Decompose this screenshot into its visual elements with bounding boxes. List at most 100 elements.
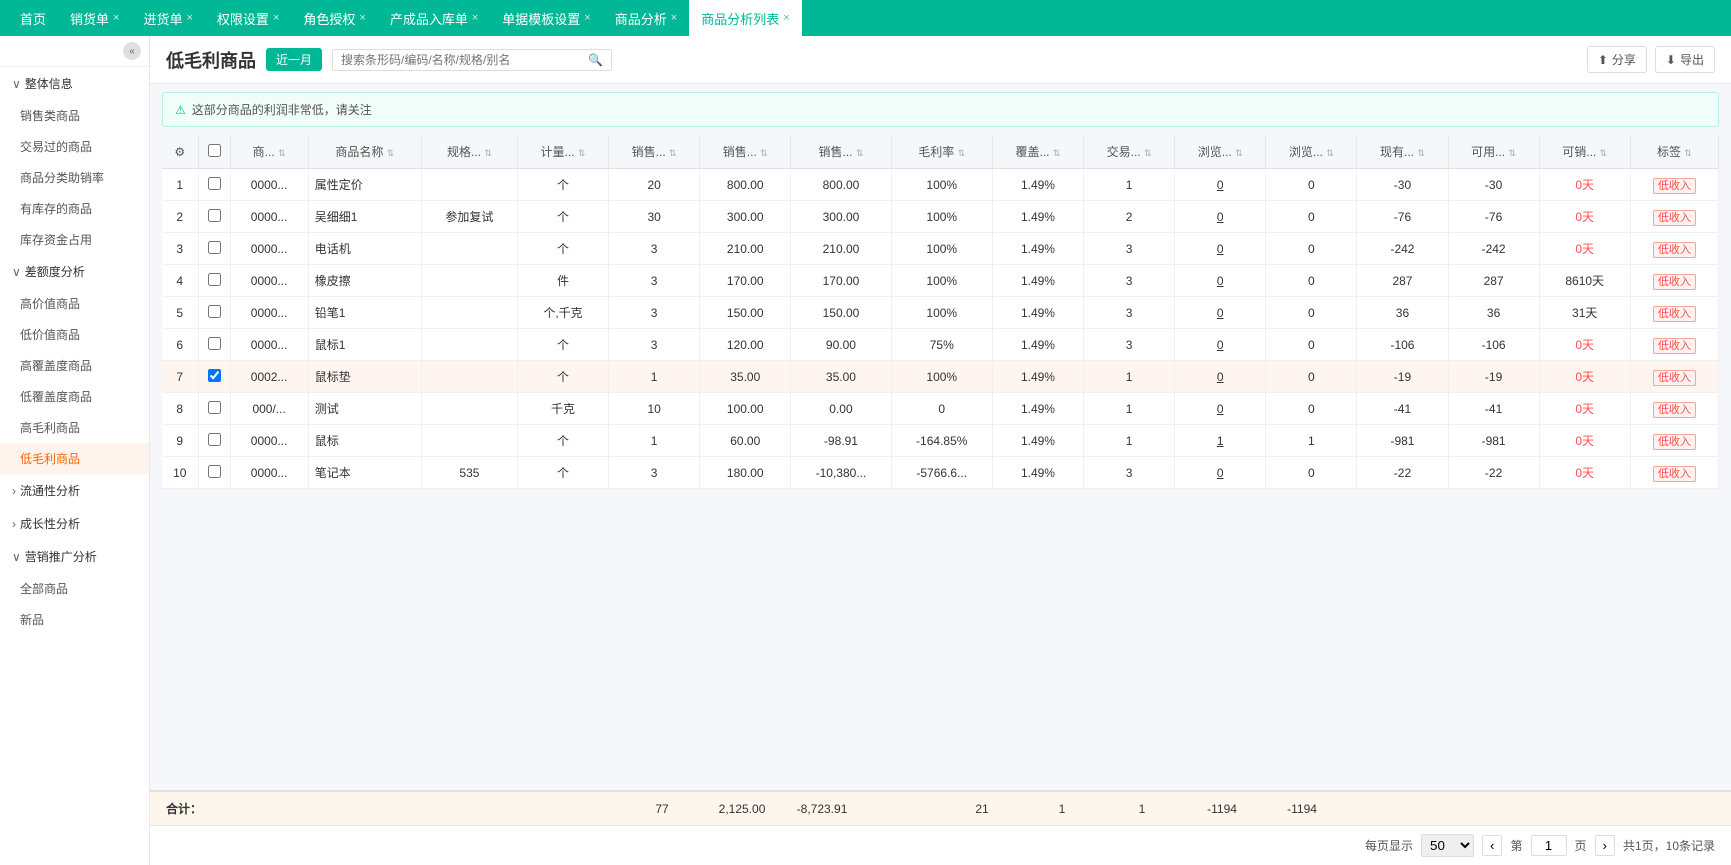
row-name-8[interactable]: 鼠标 — [308, 425, 421, 457]
nav-purchase[interactable]: 进货单× — [131, 0, 204, 36]
col-gross-margin-header[interactable]: 毛利率 ⇅ — [891, 135, 992, 169]
col-view2-header[interactable]: 浏览... ⇅ — [1266, 135, 1357, 169]
close-product-entry-tab[interactable]: × — [472, 12, 478, 24]
row-view1-3[interactable]: 0 — [1175, 265, 1266, 297]
sidebar-item-new-goods[interactable]: 新品 — [0, 604, 149, 635]
sidebar-item-low-value[interactable]: 低价值商品 — [0, 319, 149, 350]
nav-product-analysis[interactable]: 商品分析× — [603, 0, 689, 36]
row-saleable-4: 31天 — [1539, 297, 1630, 329]
row-name-1[interactable]: 吴细细1 — [308, 201, 421, 233]
search-input[interactable] — [341, 53, 584, 67]
close-sales-tab[interactable]: × — [113, 12, 119, 24]
col-unit-header[interactable]: 计量... ⇅ — [517, 135, 608, 169]
sidebar-item-low-coverage[interactable]: 低覆盖度商品 — [0, 381, 149, 412]
row-name-5[interactable]: 鼠标1 — [308, 329, 421, 361]
page-size-select[interactable]: 20 50 100 — [1421, 834, 1474, 857]
col-view1-header[interactable]: 浏览... ⇅ — [1175, 135, 1266, 169]
next-page-btn[interactable]: › — [1595, 835, 1615, 856]
row-checkbox-7[interactable] — [198, 393, 230, 425]
col-current-stock-header[interactable]: 现有... ⇅ — [1357, 135, 1448, 169]
col-settings[interactable]: ⚙ — [162, 135, 198, 169]
row-checkbox-9[interactable] — [198, 457, 230, 489]
row-name-4[interactable]: 铅笔1 — [308, 297, 421, 329]
select-all-checkbox[interactable] — [208, 144, 221, 157]
nav-sales[interactable]: 销货单× — [58, 0, 131, 36]
sidebar-item-all-goods[interactable]: 全部商品 — [0, 573, 149, 604]
col-code-header[interactable]: 商... ⇅ — [230, 135, 308, 169]
row-view1-2[interactable]: 0 — [1175, 233, 1266, 265]
sidebar-group-liquidity[interactable]: › 流通性分析 — [0, 474, 149, 507]
sidebar-item-in-stock[interactable]: 有库存的商品 — [0, 193, 149, 224]
col-name-header[interactable]: 商品名称 ⇅ — [308, 135, 421, 169]
row-name-3[interactable]: 橡皮擦 — [308, 265, 421, 297]
search-icon[interactable]: 🔍 — [588, 53, 603, 67]
sidebar-item-high-margin[interactable]: 高毛利商品 — [0, 412, 149, 443]
sidebar-item-traded-goods[interactable]: 交易过的商品 — [0, 131, 149, 162]
footer-spacer6 — [862, 802, 942, 816]
sidebar-item-high-coverage[interactable]: 高覆盖度商品 — [0, 350, 149, 381]
row-index-9: 10 — [162, 457, 198, 489]
row-view1-8[interactable]: 1 — [1175, 425, 1266, 457]
period-button[interactable]: 近一月 — [266, 48, 322, 71]
share-button[interactable]: ⬆ 分享 — [1587, 46, 1647, 73]
row-checkbox-2[interactable] — [198, 233, 230, 265]
row-name-7[interactable]: 测试 — [308, 393, 421, 425]
row-name-0[interactable]: 属性定价 — [308, 169, 421, 201]
sidebar-collapse-btn[interactable]: « — [0, 36, 149, 67]
col-saleable-header[interactable]: 可销... ⇅ — [1539, 135, 1630, 169]
row-checkbox-6[interactable] — [198, 361, 230, 393]
sidebar-group-general[interactable]: ∨ 整体信息 — [0, 67, 149, 100]
row-view1-7[interactable]: 0 — [1175, 393, 1266, 425]
prev-page-btn[interactable]: ‹ — [1482, 835, 1502, 856]
sidebar-group-marketing[interactable]: ∨ 营销推广分析 — [0, 540, 149, 573]
row-checkbox-5[interactable] — [198, 329, 230, 361]
col-coverage-header[interactable]: 覆盖... ⇅ — [992, 135, 1083, 169]
nav-permissions[interactable]: 权限设置× — [205, 0, 291, 36]
row-view1-6[interactable]: 0 — [1175, 361, 1266, 393]
close-permissions-tab[interactable]: × — [273, 12, 279, 24]
col-spec-header[interactable]: 规格... ⇅ — [421, 135, 517, 169]
col-tag-header[interactable]: 标签 ⇅ — [1630, 135, 1718, 169]
row-view1-0[interactable]: 0 — [1175, 169, 1266, 201]
page-number-input[interactable] — [1531, 835, 1567, 856]
row-name-6[interactable]: 鼠标垫 — [308, 361, 421, 393]
nav-home[interactable]: 首页 — [8, 0, 58, 36]
row-checkbox-4[interactable] — [198, 297, 230, 329]
row-view1-5[interactable]: 0 — [1175, 329, 1266, 361]
row-checkbox-8[interactable] — [198, 425, 230, 457]
col-sales-profit-header[interactable]: 销售... ⇅ — [791, 135, 891, 169]
row-checkbox-1[interactable] — [198, 201, 230, 233]
close-role-tab[interactable]: × — [359, 12, 365, 24]
row-view1-9[interactable]: 0 — [1175, 457, 1266, 489]
close-analysis-list-tab[interactable]: × — [783, 12, 789, 24]
nav-analysis-list[interactable]: 商品分析列表× — [689, 0, 801, 36]
nav-product-entry[interactable]: 产成品入库单× — [378, 0, 490, 36]
close-analysis-tab[interactable]: × — [671, 12, 677, 24]
sidebar-item-sales-goods[interactable]: 销售类商品 — [0, 100, 149, 131]
sidebar-item-capital-usage[interactable]: 库存资金占用 — [0, 224, 149, 255]
row-name-9[interactable]: 笔记本 — [308, 457, 421, 489]
col-available-header[interactable]: 可用... ⇅ — [1448, 135, 1539, 169]
footer-spacer3 — [382, 802, 462, 816]
row-name-2[interactable]: 电话机 — [308, 233, 421, 265]
col-sales-qty-header[interactable]: 销售... ⇅ — [609, 135, 700, 169]
nav-template-settings[interactable]: 单据模板设置× — [490, 0, 602, 36]
col-sales-price-header[interactable]: 销售... ⇅ — [700, 135, 791, 169]
close-purchase-tab[interactable]: × — [186, 12, 192, 24]
row-checkbox-0[interactable] — [198, 169, 230, 201]
sidebar-group-growth[interactable]: › 成长性分析 — [0, 507, 149, 540]
close-template-tab[interactable]: × — [584, 12, 590, 24]
sidebar-item-category-sales-rate[interactable]: 商品分类助销率 — [0, 162, 149, 193]
row-checkbox-3[interactable] — [198, 265, 230, 297]
sidebar-item-high-value[interactable]: 高价值商品 — [0, 288, 149, 319]
sidebar-group-margin-analysis[interactable]: ∨ 差额度分析 — [0, 255, 149, 288]
nav-role-auth[interactable]: 角色授权× — [291, 0, 377, 36]
row-sales-price-0: 800.00 — [700, 169, 791, 201]
sidebar-item-low-margin[interactable]: 低毛利商品 — [0, 443, 149, 474]
footer-view2: 1 — [1102, 802, 1182, 816]
row-view1-4[interactable]: 0 — [1175, 297, 1266, 329]
row-view1-1[interactable]: 0 — [1175, 201, 1266, 233]
export-button[interactable]: ⬇ 导出 — [1655, 46, 1715, 73]
row-index-2: 3 — [162, 233, 198, 265]
col-trade-count-header[interactable]: 交易... ⇅ — [1084, 135, 1175, 169]
